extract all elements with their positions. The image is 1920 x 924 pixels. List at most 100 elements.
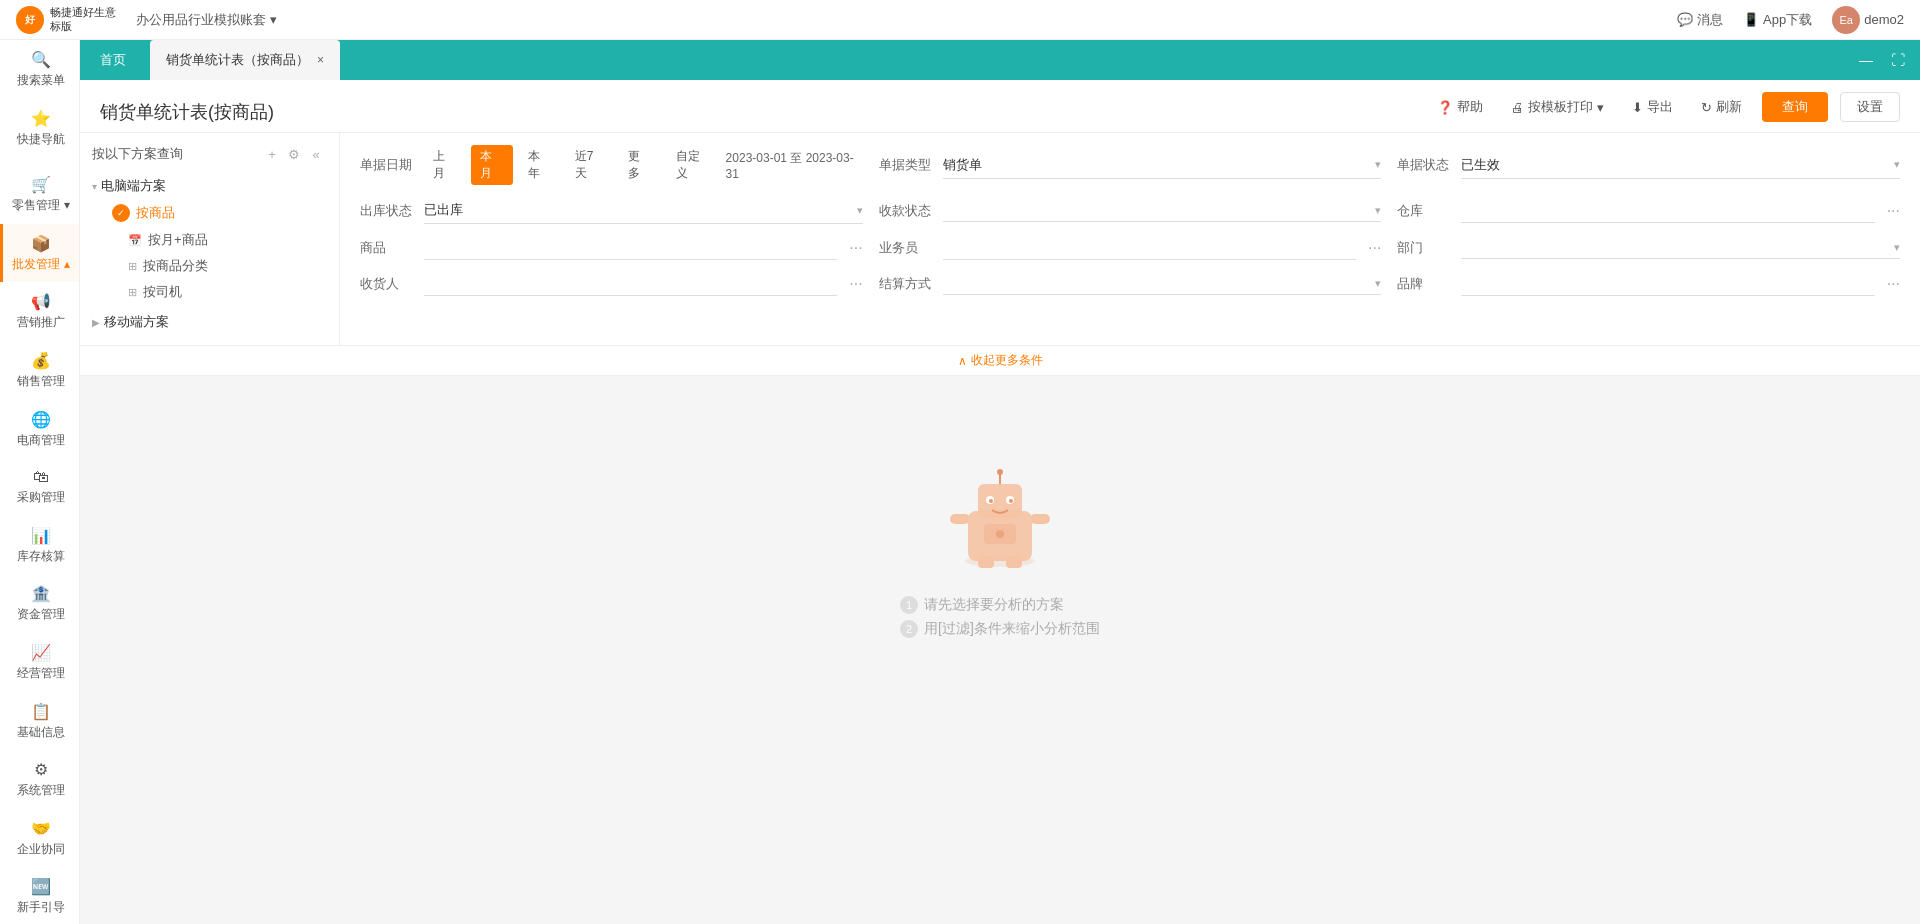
collapse-scheme-btn[interactable]: «	[305, 143, 327, 165]
scheme-item-by-cashier[interactable]: ⊞ 按司机	[92, 279, 339, 305]
date-more-btn[interactable]: 更多	[619, 145, 660, 185]
tabbar-actions: — ⛶	[1852, 46, 1920, 74]
salesperson-input[interactable]	[943, 236, 1356, 260]
date-this-year-btn[interactable]: 本年	[519, 145, 560, 185]
sidebar-item-inventory[interactable]: 📊 库存核算	[0, 516, 79, 575]
workspace-chevron-icon: ▾	[270, 12, 277, 27]
svg-point-6	[1009, 499, 1013, 503]
filter-row-3: 商品 ··· 业务员 ··· 部门	[360, 236, 1900, 260]
filter-recv-status-field: 收款状态 ▾	[879, 200, 1382, 222]
logo-text: 畅捷通好生意 标版	[50, 6, 116, 32]
scheme-tree: ▾ 电脑端方案 ✓ 按商品 📅 按月+商品	[80, 173, 339, 335]
sidebar-item-system[interactable]: ⚙ 系统管理	[0, 750, 79, 809]
wholesale-icon: 📦	[31, 234, 51, 253]
tab-close-btn[interactable]: ×	[317, 53, 324, 67]
query-btn[interactable]: 查询	[1762, 92, 1828, 122]
scheme-item-by-month-product[interactable]: 📅 按月+商品	[92, 227, 339, 253]
filter-warehouse-field: 仓库 ···	[1397, 199, 1900, 223]
filter-row-2: 出库状态 已出库 ▾ 收款状态 ▾	[360, 197, 1900, 224]
sidebar-item-basic[interactable]: 📋 基础信息	[0, 692, 79, 751]
scheme-group-desktop[interactable]: ▾ 电脑端方案	[92, 173, 339, 199]
warehouse-input[interactable]	[1461, 199, 1874, 223]
sidebar-item-quick-nav[interactable]: ⭐ 快捷导航	[0, 99, 79, 158]
tabbar-maximize-btn[interactable]: ⛶	[1884, 46, 1912, 74]
message-btn[interactable]: 💬 消息	[1677, 11, 1723, 29]
scheme-item-by-category[interactable]: ⊞ 按商品分类	[92, 253, 339, 279]
date-last-month-btn[interactable]: 上月	[424, 145, 465, 185]
doc-type-chevron-icon: ▾	[1375, 158, 1381, 171]
settings-btn[interactable]: 设置	[1840, 92, 1900, 122]
dept-select[interactable]: ▾	[1461, 237, 1900, 259]
sales-icon: 💰	[31, 351, 51, 370]
sidebar-item-guide[interactable]: 🆕 新手引导	[0, 867, 79, 924]
template-print-btn[interactable]: 🖨 按模板打印 ▾	[1503, 94, 1612, 120]
warehouse-more-icon[interactable]: ···	[1887, 202, 1900, 220]
recv-status-select[interactable]: ▾	[943, 200, 1382, 222]
filter-row-1: 单据日期 上月 本月 本年 近7天 更多 自定义 2023-03-01 至 20…	[360, 145, 1900, 185]
sidebar-item-cooperation[interactable]: 🤝 企业协同	[0, 809, 79, 868]
svg-rect-10	[1030, 514, 1050, 524]
brand-input[interactable]	[1461, 272, 1874, 296]
add-scheme-btn[interactable]: +	[261, 143, 283, 165]
calendar-icon: 📅	[128, 234, 142, 247]
filter-brand-field: 品牌 ···	[1397, 272, 1900, 296]
scheme-panel: 按以下方案查询 + ⚙ « ▾ 电脑端方案 ✓	[80, 133, 340, 345]
finance-icon: 🏦	[31, 584, 51, 603]
brand-more-icon[interactable]: ···	[1887, 275, 1900, 293]
basic-icon: 📋	[31, 702, 51, 721]
empty-tip-2: 2 用[过滤]条件来缩小分析范围	[900, 620, 1100, 638]
payment-select[interactable]: ▾	[943, 273, 1382, 295]
date-this-month-btn[interactable]: 本月	[471, 145, 512, 185]
export-btn[interactable]: ⬇ 导出	[1624, 94, 1681, 120]
tab-active[interactable]: 销货单统计表（按商品） ×	[150, 40, 340, 80]
user-menu[interactable]: Ea demo2	[1832, 6, 1904, 34]
refresh-btn[interactable]: ↻ 刷新	[1693, 94, 1750, 120]
workspace-selector[interactable]: 办公用品行业模拟账套 ▾	[136, 11, 277, 29]
doc-status-chevron-icon: ▾	[1894, 158, 1900, 171]
inventory-icon: 📊	[31, 526, 51, 545]
export-icon: ⬇	[1632, 100, 1643, 115]
doc-type-select[interactable]: 销货单 ▾	[943, 152, 1382, 179]
dept-chevron-icon: ▾	[1894, 241, 1900, 254]
app-download-btn[interactable]: 📱 App下载	[1743, 11, 1812, 29]
help-btn[interactable]: ❓ 帮助	[1429, 94, 1491, 120]
empty-illustration	[940, 456, 1060, 576]
svg-rect-11	[978, 556, 994, 568]
product-more-icon[interactable]: ···	[849, 239, 862, 257]
sidebar-item-finance[interactable]: 🏦 资金管理	[0, 574, 79, 633]
scheme-group-mobile[interactable]: ▶ 移动端方案	[92, 309, 339, 335]
scheme-active-icon: ✓	[112, 204, 130, 222]
app-logo: 好 畅捷通好生意 标版	[16, 6, 116, 34]
cashier-icon: ⊞	[128, 286, 137, 299]
sidebar-item-search[interactable]: 🔍 搜索菜单	[0, 40, 79, 99]
salesperson-more-icon[interactable]: ···	[1368, 239, 1381, 257]
collapse-filters-btn[interactable]: ∧ 收起更多条件	[80, 345, 1920, 375]
sidebar-item-ecommerce[interactable]: 🌐 电商管理	[0, 400, 79, 459]
sidebar-item-purchase[interactable]: 🛍 采购管理	[0, 458, 79, 516]
refresh-icon: ↻	[1701, 100, 1712, 115]
tabbar-minimize-btn[interactable]: —	[1852, 46, 1880, 74]
doc-status-select[interactable]: 已生效 ▾	[1461, 152, 1900, 179]
sidebar-item-marketing[interactable]: 📢 营销推广	[0, 282, 79, 341]
date-last-7-btn[interactable]: 近7天	[566, 145, 614, 185]
filter-salesperson-field: 业务员 ···	[879, 236, 1382, 260]
filter-panel: 按以下方案查询 + ⚙ « ▾ 电脑端方案 ✓	[80, 133, 1920, 376]
category-icon: ⊞	[128, 260, 137, 273]
tab-home[interactable]: 首页	[80, 40, 146, 80]
recipient-input[interactable]	[424, 272, 837, 296]
date-custom-btn[interactable]: 自定义	[667, 145, 720, 185]
group-expand-icon: ▾	[92, 181, 97, 192]
sidebar-item-retail[interactable]: 🛒 零售管理 ▾	[0, 165, 79, 224]
retail-icon: 🛒	[31, 175, 51, 194]
recipient-more-icon[interactable]: ···	[849, 275, 862, 293]
out-status-select[interactable]: 已出库 ▾	[424, 197, 863, 224]
edit-scheme-btn[interactable]: ⚙	[283, 143, 305, 165]
topbar-right: 💬 消息 📱 App下载 Ea demo2	[1677, 6, 1904, 34]
print-chevron-icon: ▾	[1597, 100, 1604, 115]
system-icon: ⚙	[34, 760, 48, 779]
sidebar-item-sales[interactable]: 💰 销售管理	[0, 341, 79, 400]
scheme-item-by-product[interactable]: ✓ 按商品	[92, 199, 339, 227]
product-input[interactable]	[424, 236, 837, 260]
sidebar-item-wholesale[interactable]: 📦 批发管理 ▴	[0, 224, 79, 283]
sidebar-item-operations[interactable]: 📈 经营管理	[0, 633, 79, 692]
